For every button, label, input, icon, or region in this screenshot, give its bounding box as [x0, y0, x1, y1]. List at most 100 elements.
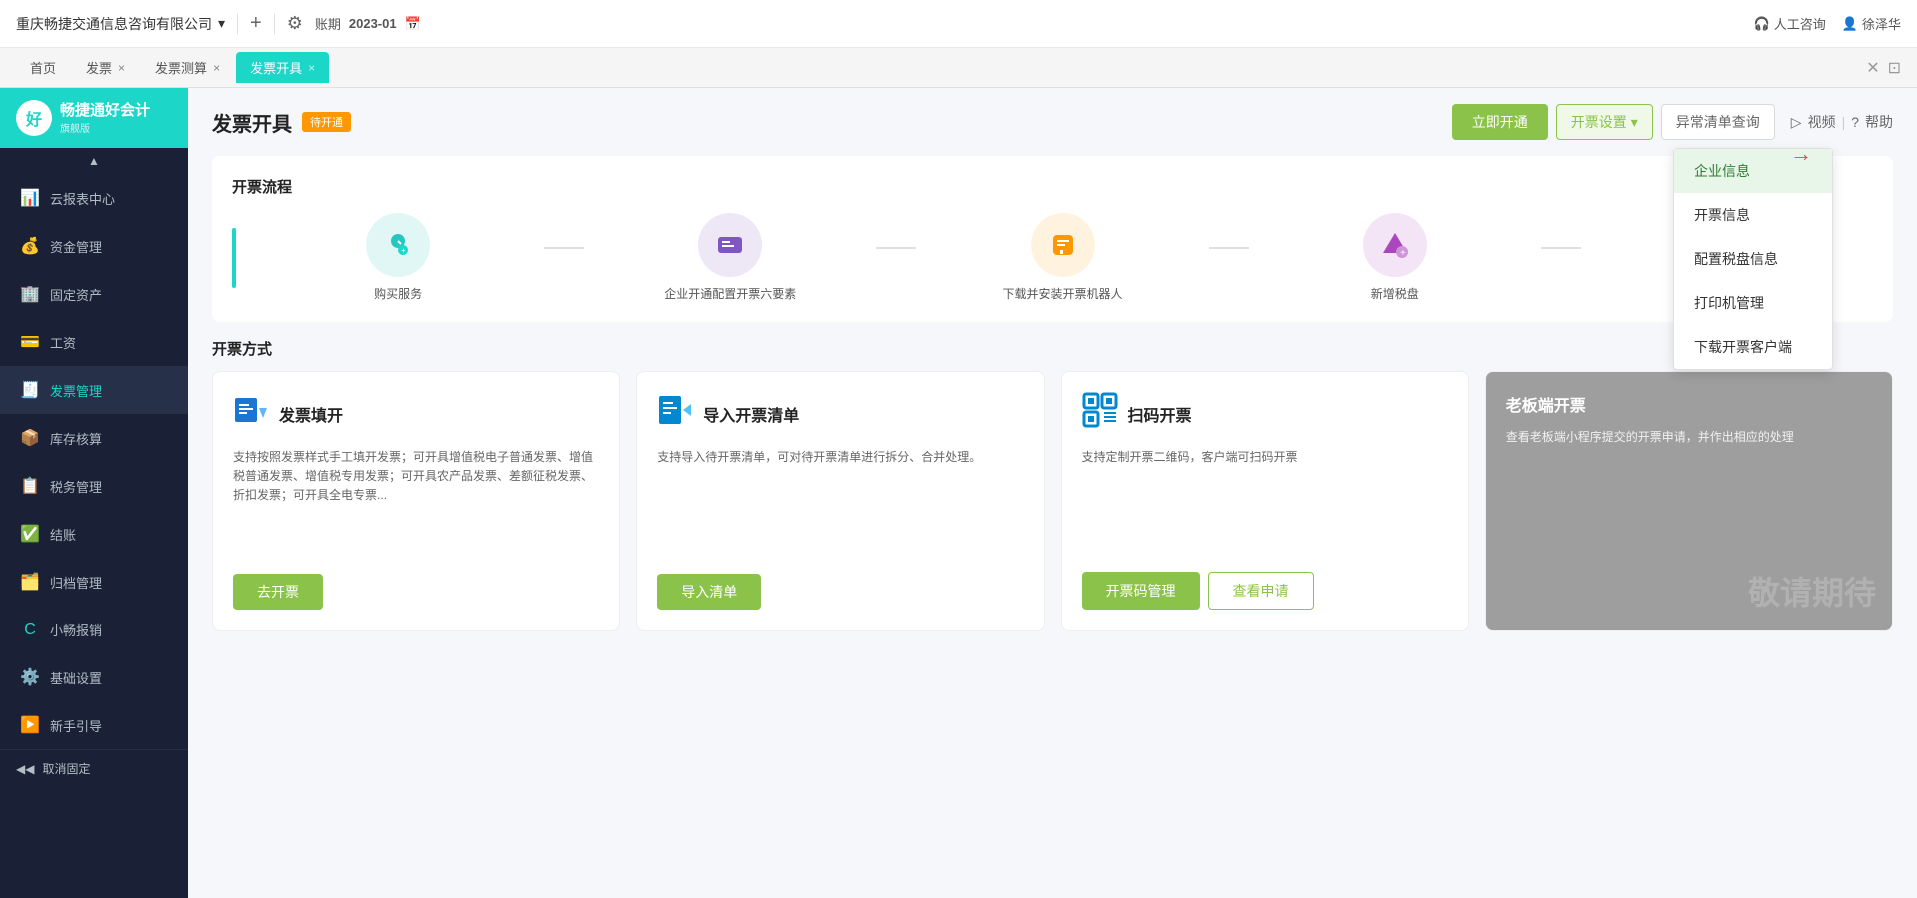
sidebar-item-invoice-manage[interactable]: 🧾 发票管理 [0, 366, 188, 414]
step-icon-1: + [366, 213, 430, 277]
sidebar-item-fixed-assets[interactable]: 🏢 固定资产 [0, 270, 188, 318]
billing-card-manual-fill: 发票填开 支持按照发票样式手工填开发票；可开具增值税电子普通发票、增值税普通发票… [212, 371, 620, 631]
cloud-report-icon: 📊 [20, 188, 40, 208]
human-consult-btn[interactable]: 🎧 人工咨询 [1754, 14, 1826, 33]
sidebar-item-cloud-report[interactable]: 📊 云报表中心 [0, 174, 188, 222]
settings-icon[interactable]: ⚙ [287, 13, 303, 34]
avatar-icon: 👤 [1842, 16, 1858, 32]
page-actions: 立即开通 开票设置 ▾ 异常清单查询 ▷ 视频 | ? 帮助 [1452, 104, 1893, 140]
import-list-title: 导入开票清单 [703, 402, 799, 426]
red-arrow-indicator: → [1790, 141, 1812, 167]
svg-text:+: + [1400, 248, 1406, 259]
inventory-icon: 📦 [20, 428, 40, 448]
card-header-boss-invoice: 老板端开票 [1506, 392, 1872, 416]
flow-steps: + 购买服务 企业开通配置开票六要素 [232, 213, 1873, 302]
close-window-btn[interactable]: ✕ [1866, 58, 1879, 78]
basic-settings-icon: ⚙️ [20, 667, 40, 687]
import-list-icon [657, 392, 693, 436]
import-list-btn[interactable]: 导入清单 [657, 574, 761, 610]
tab-home[interactable]: 首页 [16, 52, 70, 83]
step-connector-3 [1209, 247, 1249, 249]
settings-dropdown-menu: → 企业信息 开票信息 配置税盘信息 打印机管理 [1673, 148, 1833, 370]
tab-invoice-calc[interactable]: 发票测算 × [141, 52, 234, 83]
fund-icon: 💰 [20, 236, 40, 256]
close-tab-invoice-open[interactable]: × [308, 61, 315, 75]
dropdown-arrow-icon: ▾ [1631, 114, 1638, 131]
sidebar-item-fund-manage[interactable]: 💰 资金管理 [0, 222, 188, 270]
header-divider2 [274, 14, 275, 34]
settings-dropdown-btn[interactable]: 开票设置 ▾ [1556, 104, 1653, 140]
close-tab-invoice-calc[interactable]: × [213, 61, 220, 75]
tab-window-controls: ✕ ⊡ [1866, 58, 1901, 78]
sidebar-item-archive[interactable]: 🗂️ 归档管理 [0, 558, 188, 606]
headset-icon: 🎧 [1754, 16, 1770, 32]
calendar-icon[interactable]: 📅 [405, 16, 421, 32]
sidebar-item-new-guide[interactable]: ▶️ 新手引导 [0, 701, 188, 749]
step-icon-3 [1031, 213, 1095, 277]
company-dropdown-icon: ▾ [218, 15, 225, 32]
activate-btn[interactable]: 立即开通 [1452, 104, 1548, 140]
flow-section: 开票流程 + 购买服务 企业开通配置开票六要素 [212, 156, 1893, 322]
tax-icon: 📋 [20, 476, 40, 496]
flow-section-title: 开票流程 [232, 176, 1873, 197]
header-actions: 🎧 人工咨询 👤 徐泽华 [1754, 14, 1901, 33]
step-label-1: 购买服务 [374, 285, 422, 302]
svg-text:+: + [401, 246, 406, 255]
sidebar-logo: 好 畅捷通好会计 旗舰版 [0, 88, 188, 148]
page-title: 发票开具 [212, 108, 292, 137]
sidebar: 好 畅捷通好会计 旗舰版 ▲ 📊 云报表中心 💰 资金管理 🏢 固定资产 💳 [0, 88, 188, 898]
sidebar-item-tax-manage[interactable]: 📋 税务管理 [0, 462, 188, 510]
maximize-window-btn[interactable]: ⊡ [1888, 58, 1901, 78]
sidebar-scroll-up[interactable]: ▲ [0, 148, 188, 174]
view-apply-btn[interactable]: 查看申请 [1208, 572, 1314, 610]
sidebar-item-basic-settings[interactable]: ⚙️ 基础设置 [0, 653, 188, 701]
sidebar-item-inventory[interactable]: 📦 库存核算 [0, 414, 188, 462]
boss-watermark: 敬请期待 [1748, 568, 1876, 614]
tab-invoice[interactable]: 发票 × [72, 52, 139, 83]
sidebar-cancel-fixed[interactable]: ◀◀ 取消固定 [0, 749, 188, 787]
abnormal-list-btn[interactable]: 异常清单查询 [1661, 104, 1775, 140]
manual-fill-title: 发票填开 [279, 402, 343, 426]
sidebar-item-salary[interactable]: 💳 工资 [0, 318, 188, 366]
video-play-icon[interactable]: ▷ [1791, 114, 1802, 131]
step-icon-2 [698, 213, 762, 277]
dropdown-item-printer[interactable]: 打印机管理 [1674, 281, 1832, 325]
page-header: 发票开具 待开通 立即开通 开票设置 ▾ 异常清单查询 ▷ 视频 | ? [188, 88, 1917, 156]
manual-fill-icon [233, 392, 269, 436]
flow-step-4: + 新增税盘 [1249, 213, 1541, 302]
dropdown-item-download-client[interactable]: 下载开票客户端 [1674, 325, 1832, 369]
dropdown-item-tax-disk[interactable]: 配置税盘信息 [1674, 237, 1832, 281]
flow-step-1: + 购买服务 [252, 213, 544, 302]
card-header-import-list: 导入开票清单 [657, 392, 1023, 436]
sidebar-item-checkout[interactable]: ✅ 结账 [0, 510, 188, 558]
billing-card-boss-invoice: 老板端开票 查看老板端小程序提交的开票申请，并作出相应的处理 敬请期待 [1485, 371, 1893, 631]
flow-left-bar [232, 228, 236, 288]
step-label-2: 企业开通配置开票六要素 [664, 285, 796, 302]
logo-text-block: 畅捷通好会计 旗舰版 [60, 101, 150, 136]
period-label: 账期 2023-01 📅 [315, 14, 421, 33]
new-guide-icon: ▶️ [20, 715, 40, 735]
user-profile[interactable]: 👤 徐泽华 [1842, 14, 1901, 33]
tab-invoice-open[interactable]: 发票开具 × [236, 52, 329, 83]
step-connector-2 [876, 247, 916, 249]
step-connector-1 [544, 247, 584, 249]
close-tab-invoice[interactable]: × [118, 61, 125, 75]
expense-icon: C [20, 621, 40, 639]
archive-icon: 🗂️ [20, 572, 40, 592]
video-help-area: ▷ 视频 | ? 帮助 [1791, 112, 1893, 132]
sidebar-item-expense[interactable]: C 小畅报销 [0, 606, 188, 653]
dropdown-item-invoice-info[interactable]: 开票信息 [1674, 193, 1832, 237]
manual-fill-btn[interactable]: 去开票 [233, 574, 323, 610]
add-company-btn[interactable]: + [250, 12, 262, 35]
company-selector[interactable]: 重庆畅捷交通信息咨询有限公司 ▾ [16, 14, 225, 34]
flow-step-2: 企业开通配置开票六要素 [584, 213, 876, 302]
boss-invoice-desc: 查看老板端小程序提交的开票申请，并作出相应的处理 [1506, 428, 1872, 447]
main-area: 好 畅捷通好会计 旗舰版 ▲ 📊 云报表中心 💰 资金管理 🏢 固定资产 💳 [0, 88, 1917, 898]
card-header-scan-invoice: 扫码开票 [1082, 392, 1448, 436]
scan-invoice-icon [1082, 392, 1118, 436]
billing-card-scan-invoice: 扫码开票 支持定制开票二维码，客户端可扫码开票 开票码管理 查看申请 [1061, 371, 1469, 631]
company-name: 重庆畅捷交通信息咨询有限公司 [16, 14, 212, 34]
invoice-code-mgmt-btn[interactable]: 开票码管理 [1082, 572, 1200, 610]
card-header-manual-fill: 发票填开 [233, 392, 599, 436]
step-connector-4 [1541, 247, 1581, 249]
